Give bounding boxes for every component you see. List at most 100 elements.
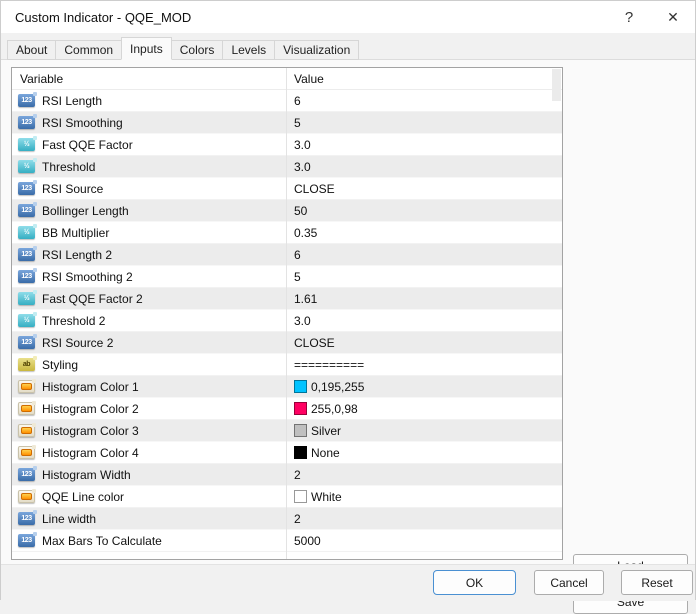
variable-cell: Histogram Color 1 bbox=[12, 379, 286, 394]
table-row[interactable]: 123 RSI Source 2 CLOSE bbox=[12, 332, 562, 354]
int-type-icon: 123 bbox=[18, 202, 37, 217]
variable-cell: ½ Threshold bbox=[12, 158, 286, 174]
inputs-table: Variable Value 123 RSI Length 6 123 RSI … bbox=[11, 67, 563, 560]
table-row[interactable]: 123 Bollinger Length 50 bbox=[12, 200, 562, 222]
table-row[interactable]: ½ BB Multiplier 0.35 bbox=[12, 222, 562, 244]
table-row[interactable]: ½ Fast QQE Factor 2 1.61 bbox=[12, 288, 562, 310]
reset-button[interactable]: Reset bbox=[621, 570, 693, 595]
color-type-icon bbox=[18, 379, 36, 393]
scrollbar[interactable] bbox=[552, 69, 561, 101]
value-cell[interactable]: 5 bbox=[286, 270, 562, 284]
value-text: CLOSE bbox=[294, 335, 335, 350]
variable-cell: ½ Threshold 2 bbox=[12, 312, 286, 328]
int-type-icon: 123 bbox=[18, 268, 37, 283]
value-cell[interactable]: 3.0 bbox=[286, 314, 562, 328]
table-row[interactable]: Histogram Color 1 0,195,255 bbox=[12, 376, 562, 398]
table-row[interactable]: 123 Histogram Width 2 bbox=[12, 464, 562, 486]
value-text: 2 bbox=[294, 511, 301, 526]
value-cell[interactable]: 2 bbox=[286, 512, 562, 526]
table-header: Variable Value bbox=[12, 68, 562, 90]
close-icon[interactable]: ✕ bbox=[651, 1, 695, 33]
value-text: 3.0 bbox=[294, 159, 311, 174]
footer-bar: OK Cancel Reset bbox=[1, 564, 695, 601]
value-cell[interactable]: 50 bbox=[286, 204, 562, 218]
table-row[interactable]: ½ Fast QQE Factor 3.0 bbox=[12, 134, 562, 156]
variable-cell: 123 Line width bbox=[12, 510, 286, 526]
int-type-icon: 123 bbox=[18, 180, 37, 195]
table-row[interactable]: Histogram Color 4 None bbox=[12, 442, 562, 464]
value-cell[interactable]: 5000 bbox=[286, 534, 562, 548]
tab-label: Levels bbox=[231, 43, 267, 57]
string-type-icon: ab bbox=[18, 356, 37, 371]
value-cell[interactable]: 1.61 bbox=[286, 292, 562, 306]
table-row[interactable]: Histogram Color 3 Silver bbox=[12, 420, 562, 442]
table-row[interactable]: 123 RSI Smoothing 5 bbox=[12, 112, 562, 134]
variable-label: Threshold 2 bbox=[42, 313, 106, 328]
table-row[interactable]: ½ Threshold 3.0 bbox=[12, 156, 562, 178]
value-cell[interactable]: White bbox=[286, 490, 562, 504]
color-type-icon bbox=[18, 401, 36, 415]
double-type-icon: ½ bbox=[18, 158, 37, 173]
tab-visualization[interactable]: Visualization bbox=[274, 40, 360, 60]
color-swatch bbox=[294, 490, 307, 503]
value-cell[interactable]: 0.35 bbox=[286, 226, 562, 240]
tab-label: Common bbox=[64, 43, 114, 57]
int-type-icon: 123 bbox=[18, 92, 37, 107]
value-cell[interactable]: 2 bbox=[286, 468, 562, 482]
value-cell[interactable]: 255,0,98 bbox=[286, 402, 562, 416]
table-row[interactable]: 123 RSI Length 2 6 bbox=[12, 244, 562, 266]
custom-indicator-dialog: Custom Indicator - QQE_MOD ? ✕ About Com… bbox=[0, 0, 696, 614]
variable-cell: ½ BB Multiplier bbox=[12, 224, 286, 240]
table-row[interactable]: 123 RSI Source CLOSE bbox=[12, 178, 562, 200]
tab-common[interactable]: Common bbox=[55, 40, 123, 60]
int-type-icon: 123 bbox=[18, 246, 37, 261]
table-row[interactable]: Histogram Color 2 255,0,98 bbox=[12, 398, 562, 420]
column-header-value: Value bbox=[294, 71, 324, 86]
value-text: White bbox=[311, 489, 342, 504]
variable-label: Bollinger Length bbox=[42, 203, 129, 218]
value-text: 0,195,255 bbox=[311, 379, 365, 394]
tab-label: About bbox=[16, 43, 48, 57]
variable-label: BB Multiplier bbox=[42, 225, 110, 240]
int-type-icon: 123 bbox=[18, 114, 37, 129]
table-row[interactable]: 123 Max Bars To Calculate 5000 bbox=[12, 530, 562, 552]
tab-inputs[interactable]: Inputs bbox=[121, 37, 172, 60]
value-text: CLOSE bbox=[294, 181, 335, 196]
value-text: None bbox=[311, 445, 340, 460]
tab-label: Visualization bbox=[283, 43, 351, 57]
value-text: Silver bbox=[311, 423, 342, 438]
ok-button[interactable]: OK bbox=[433, 570, 516, 595]
value-cell[interactable]: ========== bbox=[286, 358, 562, 372]
value-cell[interactable]: 0,195,255 bbox=[286, 380, 562, 394]
double-type-icon: ½ bbox=[18, 224, 37, 239]
value-cell[interactable]: 6 bbox=[286, 94, 562, 108]
value-cell[interactable]: Silver bbox=[286, 424, 562, 438]
tab-colors[interactable]: Colors bbox=[170, 40, 224, 60]
variable-label: RSI Length 2 bbox=[42, 247, 113, 262]
variable-cell: 123 Histogram Width bbox=[12, 466, 286, 482]
table-row[interactable]: QQE Line color White bbox=[12, 486, 562, 508]
value-text: ========== bbox=[294, 357, 365, 372]
tab-levels[interactable]: Levels bbox=[222, 40, 276, 60]
value-cell[interactable]: 3.0 bbox=[286, 138, 562, 152]
value-cell[interactable]: None bbox=[286, 446, 562, 460]
variable-label: Line width bbox=[42, 511, 97, 526]
cancel-button[interactable]: Cancel bbox=[534, 570, 604, 595]
value-cell[interactable]: 6 bbox=[286, 248, 562, 262]
value-cell[interactable]: CLOSE bbox=[286, 336, 562, 350]
value-cell[interactable]: 5 bbox=[286, 116, 562, 130]
variable-label: Histogram Width bbox=[42, 467, 131, 482]
variable-cell: Histogram Color 2 bbox=[12, 401, 286, 416]
table-row[interactable]: 123 Line width 2 bbox=[12, 508, 562, 530]
tab-about[interactable]: About bbox=[7, 40, 57, 60]
value-cell[interactable]: CLOSE bbox=[286, 182, 562, 196]
table-row[interactable]: 123 RSI Length 6 bbox=[12, 90, 562, 112]
int-type-icon: 123 bbox=[18, 466, 37, 481]
help-icon[interactable]: ? bbox=[607, 1, 651, 33]
value-text: 5000 bbox=[294, 533, 321, 548]
variable-cell: 123 RSI Source bbox=[12, 180, 286, 196]
value-cell[interactable]: 3.0 bbox=[286, 160, 562, 174]
table-row[interactable]: ½ Threshold 2 3.0 bbox=[12, 310, 562, 332]
table-row[interactable]: 123 RSI Smoothing 2 5 bbox=[12, 266, 562, 288]
table-row[interactable]: ab Styling ========== bbox=[12, 354, 562, 376]
